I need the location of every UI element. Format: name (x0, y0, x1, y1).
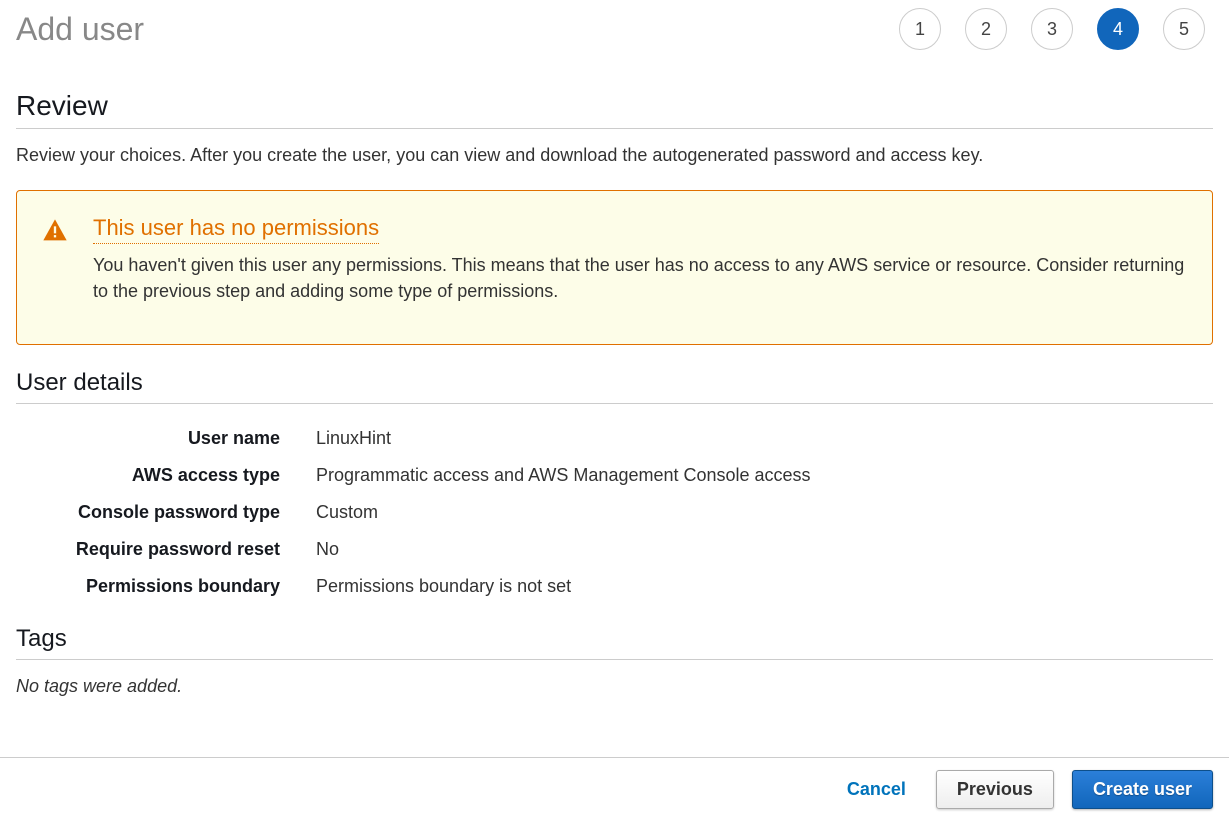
table-row: Console password type Custom (16, 494, 1213, 531)
warning-box: This user has no permissions You haven't… (16, 190, 1213, 345)
tags-rule (16, 659, 1213, 660)
table-row: Permissions boundary Permissions boundar… (16, 568, 1213, 605)
step-5[interactable]: 5 (1163, 8, 1205, 50)
user-details-table: User name LinuxHint AWS access type Prog… (16, 420, 1213, 605)
step-3[interactable]: 3 (1031, 8, 1073, 50)
step-indicators: 1 2 3 4 5 (899, 8, 1213, 50)
table-row: User name LinuxHint (16, 420, 1213, 457)
cancel-button[interactable]: Cancel (835, 771, 918, 808)
step-2[interactable]: 2 (965, 8, 1007, 50)
warning-text: You haven't given this user any permissi… (93, 252, 1188, 304)
review-description: Review your choices. After you create th… (16, 145, 1213, 166)
footer: Cancel Previous Create user (0, 757, 1229, 821)
review-rule (16, 128, 1213, 129)
step-1[interactable]: 1 (899, 8, 941, 50)
warning-title[interactable]: This user has no permissions (93, 215, 379, 244)
value-permissions-boundary: Permissions boundary is not set (316, 576, 1213, 597)
value-access-type: Programmatic access and AWS Management C… (316, 465, 1213, 486)
tags-empty-text: No tags were added. (16, 676, 1213, 697)
label-require-reset: Require password reset (16, 539, 316, 560)
value-password-type: Custom (316, 502, 1213, 523)
label-password-type: Console password type (16, 502, 316, 523)
previous-button[interactable]: Previous (936, 770, 1054, 809)
label-permissions-boundary: Permissions boundary (16, 576, 316, 597)
create-user-button[interactable]: Create user (1072, 770, 1213, 809)
label-access-type: AWS access type (16, 465, 316, 486)
tags-heading: Tags (16, 625, 1213, 653)
user-details-heading: User details (16, 369, 1213, 397)
table-row: AWS access type Programmatic access and … (16, 457, 1213, 494)
review-heading: Review (16, 90, 1213, 122)
user-details-rule (16, 403, 1213, 404)
table-row: Require password reset No (16, 531, 1213, 568)
page-title: Add user (16, 11, 144, 48)
step-4[interactable]: 4 (1097, 8, 1139, 50)
value-user-name: LinuxHint (316, 428, 1213, 449)
warning-icon (41, 217, 69, 245)
label-user-name: User name (16, 428, 316, 449)
value-require-reset: No (316, 539, 1213, 560)
